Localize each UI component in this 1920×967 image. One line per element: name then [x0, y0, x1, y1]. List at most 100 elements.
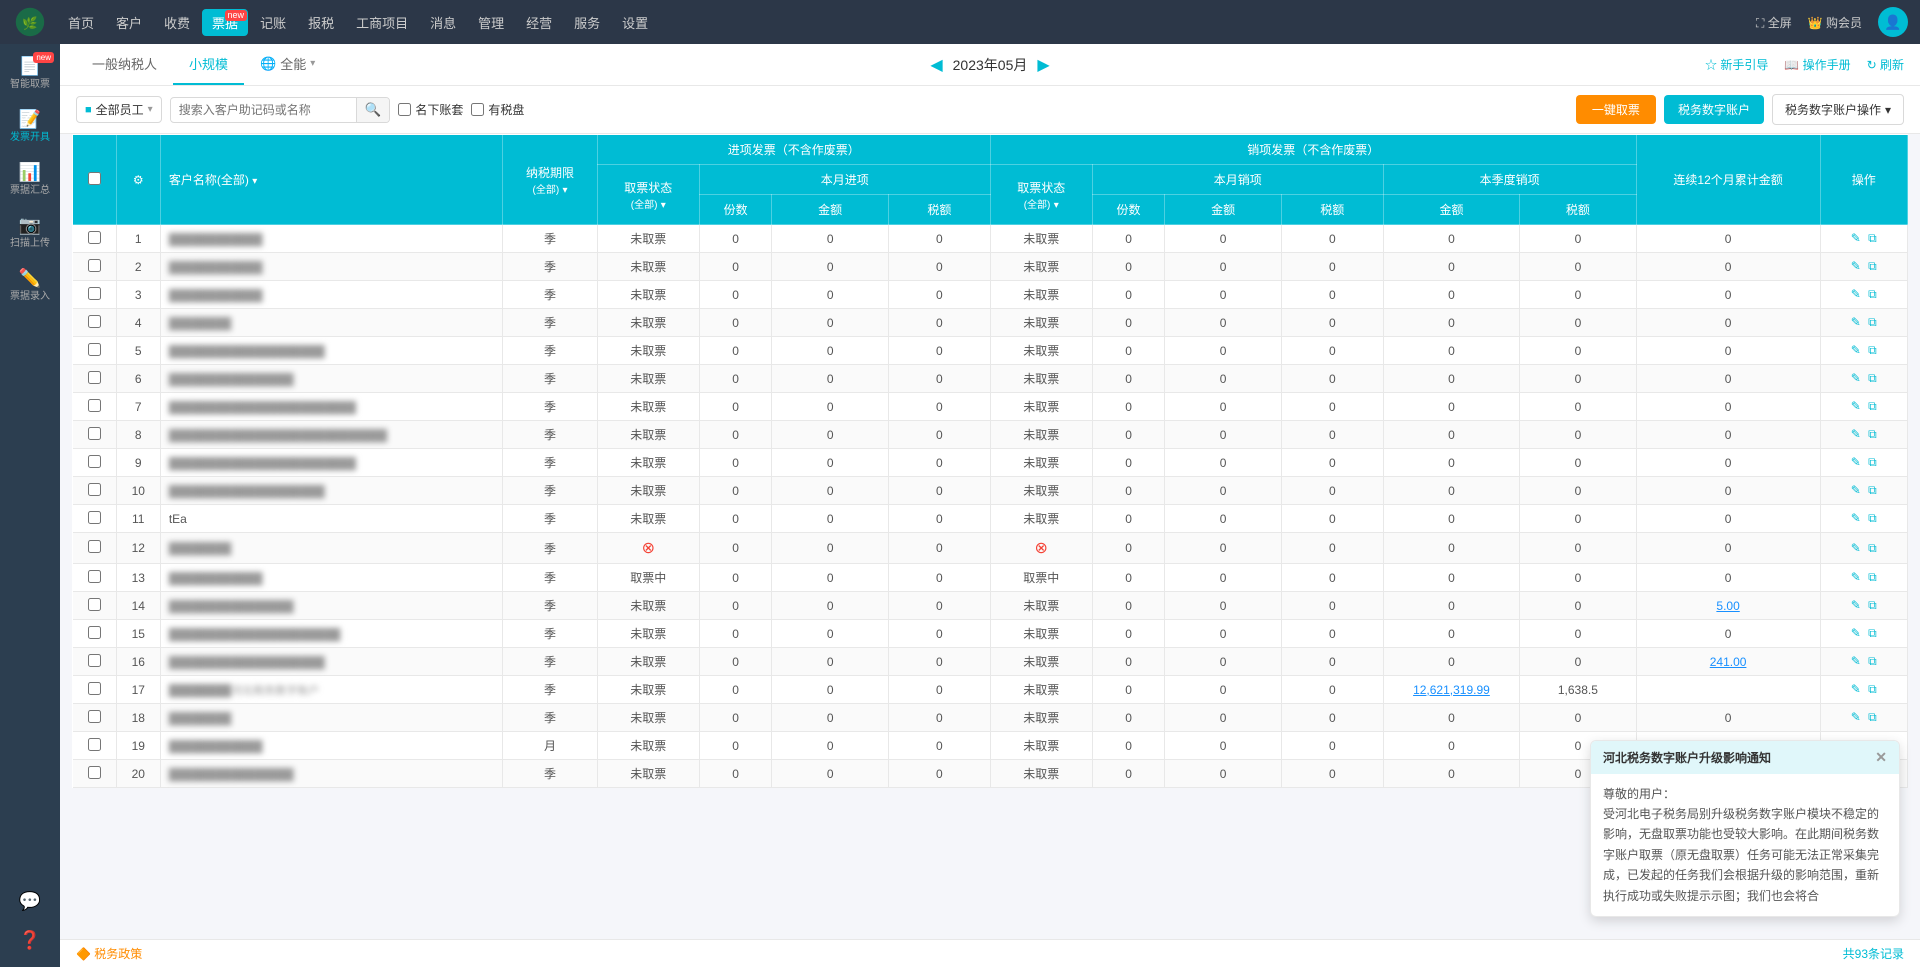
- row-checkbox[interactable]: [88, 766, 101, 779]
- edit-icon[interactable]: ✎: [1851, 455, 1861, 469]
- digital-account-btn[interactable]: 税务数字账户: [1664, 95, 1764, 124]
- sidebar-item-scan[interactable]: 📷 扫描上传: [2, 207, 58, 258]
- copy-icon[interactable]: ⧉: [1868, 710, 1877, 724]
- nav-item-invoice[interactable]: 票据 new: [202, 9, 248, 36]
- member-btn[interactable]: 👑 购会员: [1808, 14, 1862, 31]
- edit-icon[interactable]: ✎: [1851, 259, 1861, 273]
- row-checkbox[interactable]: [88, 598, 101, 611]
- fullscreen-btn[interactable]: ⛶ 全屏: [1756, 14, 1792, 31]
- copy-icon[interactable]: ⧉: [1868, 259, 1877, 273]
- manual-link[interactable]: 📖 操作手册: [1784, 56, 1850, 73]
- sidebar-item-smart-invoice[interactable]: 📄 智能取票 new: [2, 48, 58, 99]
- col-customer-filter[interactable]: ▾: [252, 176, 257, 187]
- check-sub-label[interactable]: 名下账套: [398, 101, 463, 118]
- copy-icon[interactable]: ⧉: [1868, 626, 1877, 640]
- nav-item-fee[interactable]: 收费: [154, 9, 200, 36]
- row-checkbox[interactable]: [88, 483, 101, 496]
- digital-account-ops-btn[interactable]: 税务数字账户操作 ▾: [1772, 94, 1904, 125]
- edit-icon[interactable]: ✎: [1851, 541, 1861, 555]
- nav-item-bookkeeping[interactable]: 记账: [250, 9, 296, 36]
- edit-icon[interactable]: ✎: [1851, 343, 1861, 357]
- edit-icon[interactable]: ✎: [1851, 371, 1861, 385]
- row-checkbox[interactable]: [88, 399, 101, 412]
- copy-icon[interactable]: ⧉: [1868, 682, 1877, 696]
- row-checkbox[interactable]: [88, 427, 101, 440]
- edit-icon[interactable]: ✎: [1851, 315, 1861, 329]
- nav-item-home[interactable]: 首页: [58, 9, 104, 36]
- copy-icon[interactable]: ⧉: [1868, 654, 1877, 668]
- nav-item-service[interactable]: 服务: [564, 9, 610, 36]
- tab-general[interactable]: 一般纳税人: [76, 44, 173, 85]
- edit-icon[interactable]: ✎: [1851, 570, 1861, 584]
- edit-icon[interactable]: ✎: [1851, 511, 1861, 525]
- copy-icon[interactable]: ⧉: [1868, 231, 1877, 245]
- edit-icon[interactable]: ✎: [1851, 710, 1861, 724]
- copy-icon[interactable]: ⧉: [1868, 427, 1877, 441]
- row-checkbox[interactable]: [88, 511, 101, 524]
- copy-icon[interactable]: ⧉: [1868, 541, 1877, 555]
- nav-item-manage[interactable]: 管理: [468, 9, 514, 36]
- copy-icon[interactable]: ⧉: [1868, 287, 1877, 301]
- copy-icon[interactable]: ⧉: [1868, 570, 1877, 584]
- edit-icon[interactable]: ✎: [1851, 682, 1861, 696]
- copy-icon[interactable]: ⧉: [1868, 455, 1877, 469]
- col-period-filter[interactable]: ▾: [563, 185, 568, 196]
- avatar[interactable]: 👤: [1878, 7, 1908, 37]
- nav-item-customer[interactable]: 客户: [106, 9, 152, 36]
- sidebar-item-open-invoice[interactable]: 📝 发票开具: [2, 101, 58, 152]
- edit-icon[interactable]: ✎: [1851, 626, 1861, 640]
- popup-close-btn[interactable]: ✕: [1875, 749, 1887, 766]
- row-checkbox[interactable]: [88, 540, 101, 553]
- copy-icon[interactable]: ⧉: [1868, 343, 1877, 357]
- row-checkbox[interactable]: [88, 287, 101, 300]
- nav-item-settings[interactable]: 设置: [612, 9, 658, 36]
- one-click-invoice-btn[interactable]: 一键取票: [1576, 95, 1656, 124]
- row-checkbox[interactable]: [88, 315, 101, 328]
- row-checkbox[interactable]: [88, 259, 101, 272]
- sidebar-help[interactable]: ❓: [2, 922, 58, 959]
- edit-icon[interactable]: ✎: [1851, 427, 1861, 441]
- check-sub-input[interactable]: [398, 103, 411, 116]
- row-checkbox[interactable]: [88, 710, 101, 723]
- nav-item-business[interactable]: 工商项目: [346, 9, 418, 36]
- edit-icon[interactable]: ✎: [1851, 287, 1861, 301]
- tax-policy-link[interactable]: 🔶 税务政策: [76, 945, 142, 962]
- copy-icon[interactable]: ⧉: [1868, 371, 1877, 385]
- nav-item-tax[interactable]: 报税: [298, 9, 344, 36]
- sidebar-chat[interactable]: 💬: [2, 883, 58, 920]
- row-checkbox[interactable]: [88, 371, 101, 384]
- row-checkbox[interactable]: [88, 738, 101, 751]
- copy-icon[interactable]: ⧉: [1868, 483, 1877, 497]
- select-all-checkbox[interactable]: [88, 172, 101, 185]
- copy-icon[interactable]: ⧉: [1868, 598, 1877, 612]
- copy-icon[interactable]: ⧉: [1868, 315, 1877, 329]
- employee-select[interactable]: ■ 全部员工 ▾: [76, 96, 162, 123]
- new-guide-link[interactable]: ☆ 新手引导: [1705, 56, 1768, 73]
- row-checkbox[interactable]: [88, 682, 101, 695]
- edit-icon[interactable]: ✎: [1851, 598, 1861, 612]
- tab-all[interactable]: 🌐 全能 ▾: [244, 44, 331, 85]
- settings-icon[interactable]: ⚙: [133, 173, 144, 187]
- copy-icon[interactable]: ⧉: [1868, 399, 1877, 413]
- refresh-btn[interactable]: ↻ 刷新: [1867, 56, 1904, 73]
- date-prev[interactable]: ◀: [930, 55, 942, 75]
- out-status-filter[interactable]: ▾: [1054, 200, 1059, 211]
- sidebar-item-summary[interactable]: 📊 票据汇总: [2, 154, 58, 205]
- row-checkbox[interactable]: [88, 654, 101, 667]
- nav-item-operate[interactable]: 经营: [516, 9, 562, 36]
- in-status-filter[interactable]: ▾: [661, 200, 666, 211]
- tab-small[interactable]: 小规模: [173, 44, 244, 85]
- copy-icon[interactable]: ⧉: [1868, 511, 1877, 525]
- edit-icon[interactable]: ✎: [1851, 483, 1861, 497]
- date-next[interactable]: ▶: [1037, 55, 1049, 75]
- edit-icon[interactable]: ✎: [1851, 399, 1861, 413]
- row-checkbox[interactable]: [88, 343, 101, 356]
- row-checkbox[interactable]: [88, 455, 101, 468]
- search-button[interactable]: 🔍: [356, 98, 390, 122]
- search-input[interactable]: [171, 99, 356, 121]
- check-tax-label[interactable]: 有税盘: [471, 101, 524, 118]
- check-tax-input[interactable]: [471, 103, 484, 116]
- sidebar-item-record[interactable]: ✏️ 票据录入: [2, 260, 58, 311]
- row-checkbox[interactable]: [88, 626, 101, 639]
- edit-icon[interactable]: ✎: [1851, 231, 1861, 245]
